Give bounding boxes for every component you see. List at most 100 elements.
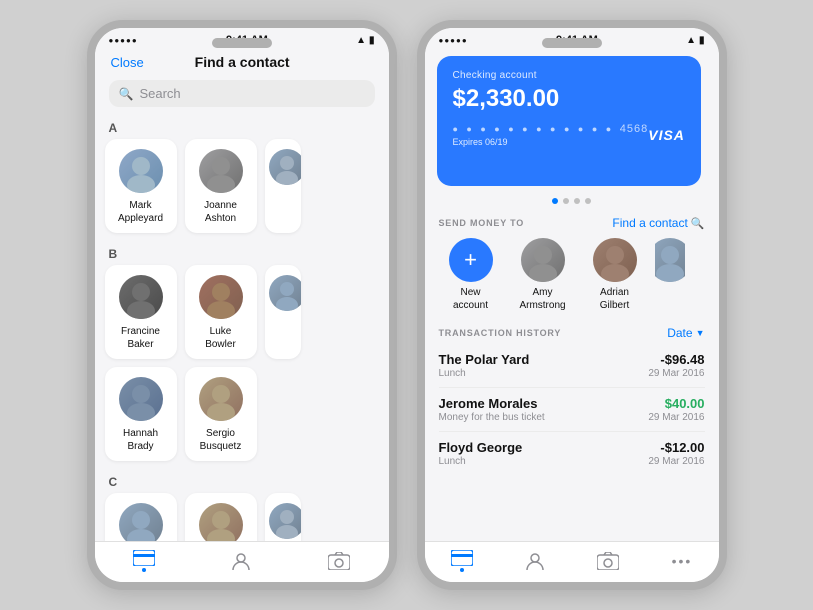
tx-sub-3: Lunch 29 Mar 2016 <box>439 456 705 467</box>
signal-icon-2: ●●●●● <box>439 36 468 45</box>
tx-desc-1: Lunch <box>439 368 466 379</box>
time-display-1: 9:41 AM <box>226 34 268 46</box>
card-expiry: Expires 06/19 <box>453 137 649 147</box>
wifi-icon-2: ▲ <box>686 35 696 46</box>
contact-name-mark: MarkAppleyard <box>118 199 163 225</box>
contact-anth-partial[interactable] <box>265 265 301 359</box>
search-placeholder: Search <box>139 86 180 101</box>
tx-date-2: 29 Mar 2016 <box>648 412 704 423</box>
phone-1-screen: ●●●●● 9:41 AM ▲ ▮ Close Find a contact 🔍… <box>95 28 389 582</box>
battery-icon-2: ▮ <box>699 35 705 46</box>
section-c: C <box>105 469 379 493</box>
tx-row-3: Floyd George -$12.00 <box>439 440 705 455</box>
search-bar[interactable]: 🔍 Search <box>109 80 375 107</box>
nav-person-icon[interactable] <box>231 551 251 571</box>
avatar-c3 <box>269 503 301 539</box>
phone-2: ●●●●● 9:41 AM ▲ ▮ Checking account $2,33… <box>417 20 727 590</box>
transaction-floyd-george[interactable]: Floyd George -$12.00 Lunch 29 Mar 2016 <box>439 432 705 475</box>
nav-camera-icon[interactable] <box>328 552 350 570</box>
tx-desc-3: Lunch <box>439 456 466 467</box>
date-sort-text: Date <box>667 326 692 340</box>
card-label: Checking account <box>453 70 685 81</box>
contact-aztec-partial[interactable] <box>265 139 301 233</box>
checking-card[interactable]: Checking account $2,330.00 ● ● ● ● ● ● ●… <box>437 56 701 186</box>
contact-name-joanne: JoanneAshton <box>204 199 237 225</box>
contact-name-sergio: SergioBusquetz <box>200 427 242 453</box>
send-money-header: SEND MONEY TO Find a contact 🔍 <box>425 210 719 234</box>
contact-luke-bowler[interactable]: LukeBowler <box>185 265 257 359</box>
tx-amount-3: -$12.00 <box>660 440 704 455</box>
transactions-list: The Polar Yard -$96.48 Lunch 29 Mar 2016… <box>425 344 719 541</box>
tx-row-1: The Polar Yard -$96.48 <box>439 352 705 367</box>
contact-hannah-brady[interactable]: HannahBrady <box>105 367 177 461</box>
find-contact-link[interactable]: Find a contact 🔍 <box>612 216 704 230</box>
tx-date-3: 29 Mar 2016 <box>648 456 704 467</box>
wifi-icon: ▲ <box>356 35 366 46</box>
nav-more-icon[interactable]: ••• <box>672 553 693 569</box>
date-sort[interactable]: Date ▼ <box>667 326 704 340</box>
contact-c3-partial[interactable] <box>265 493 301 541</box>
avatar-amy <box>521 238 565 282</box>
contact-list-header: Close Find a contact <box>95 48 389 76</box>
avatar-joanne <box>199 149 243 193</box>
transaction-polar-yard[interactable]: The Polar Yard -$96.48 Lunch 29 Mar 2016 <box>439 344 705 388</box>
section-b2-grid: HannahBrady SergioBusquetz <box>105 367 379 461</box>
avatar-mark <box>119 149 163 193</box>
contact-c1[interactable] <box>105 493 177 541</box>
nav-person-icon-2[interactable] <box>525 551 545 571</box>
tx-sub-2: Money for the bus ticket 29 Mar 2016 <box>439 412 705 423</box>
nav-active-dot-2 <box>460 568 464 572</box>
card-amount: $2,330.00 <box>453 85 685 113</box>
avatar-aztec <box>269 149 301 185</box>
card-section: Checking account $2,330.00 ● ● ● ● ● ● ●… <box>425 48 719 192</box>
close-button[interactable]: Close <box>111 55 144 70</box>
transaction-label: TRANSACTION HISTORY <box>439 328 562 338</box>
bottom-nav-2: ••• <box>425 541 719 582</box>
contact-mark-appleyard[interactable]: MarkAppleyard <box>105 139 177 233</box>
avatar-c1 <box>119 503 163 541</box>
send-partial[interactable] <box>655 238 685 312</box>
contact-joanne-ashton[interactable]: JoanneAshton <box>185 139 257 233</box>
transaction-header: TRANSACTION HISTORY Date ▼ <box>425 320 719 344</box>
contact-c2[interactable] <box>185 493 257 541</box>
tx-sub-1: Lunch 29 Mar 2016 <box>439 368 705 379</box>
section-a: A <box>105 115 379 139</box>
new-account-icon: + <box>449 238 493 282</box>
indicator-2 <box>563 198 569 204</box>
contact-sergio-busquetz[interactable]: SergioBusquetz <box>185 367 257 461</box>
nav-card-icon[interactable] <box>133 550 155 572</box>
avatar-hannah <box>119 377 163 421</box>
indicator-1 <box>552 198 558 204</box>
send-new-account[interactable]: + Newaccount <box>439 238 503 312</box>
contact-francine-baker[interactable]: FrancineBaker <box>105 265 177 359</box>
avatar-sergio <box>199 377 243 421</box>
page-title-1: Find a contact <box>195 54 290 70</box>
card-last4: 4568 <box>620 123 648 135</box>
bottom-nav-1 <box>95 541 389 582</box>
send-adrian-gilbert[interactable]: AdrianGilbert <box>583 238 647 312</box>
avatar-francine <box>119 275 163 319</box>
avatar-partial <box>655 238 685 282</box>
nav-active-dot <box>142 568 146 572</box>
tx-row-2: Jerome Morales $40.00 <box>439 396 705 411</box>
card-carousel: Checking account $2,330.00 ● ● ● ● ● ● ●… <box>437 56 707 186</box>
sort-chevron-icon: ▼ <box>696 328 705 338</box>
tx-desc-2: Money for the bus ticket <box>439 412 545 423</box>
send-new-label: Newaccount <box>453 286 488 312</box>
send-amy-label: AmyArmstrong <box>519 286 565 312</box>
transaction-jerome-morales[interactable]: Jerome Morales $40.00 Money for the bus … <box>439 388 705 432</box>
tx-date-1: 29 Mar 2016 <box>648 368 704 379</box>
find-contact-text: Find a contact <box>612 216 687 230</box>
send-amy-armstrong[interactable]: AmyArmstrong <box>511 238 575 312</box>
card-indicators <box>425 192 719 210</box>
avatar-adrian <box>593 238 637 282</box>
contact-name-francine: FrancineBaker <box>121 325 160 351</box>
nav-card-icon-2[interactable] <box>451 550 473 572</box>
section-b-grid: FrancineBaker LukeBowler <box>105 265 379 359</box>
tx-amount-2: $40.00 <box>665 396 705 411</box>
battery-wifi-icons-2: ▲ ▮ <box>686 35 704 46</box>
nav-camera-icon-2[interactable] <box>597 552 619 570</box>
tx-name-1: The Polar Yard <box>439 352 530 367</box>
status-bar-1: ●●●●● 9:41 AM ▲ ▮ <box>95 28 389 48</box>
send-adrian-label: AdrianGilbert <box>600 286 629 312</box>
